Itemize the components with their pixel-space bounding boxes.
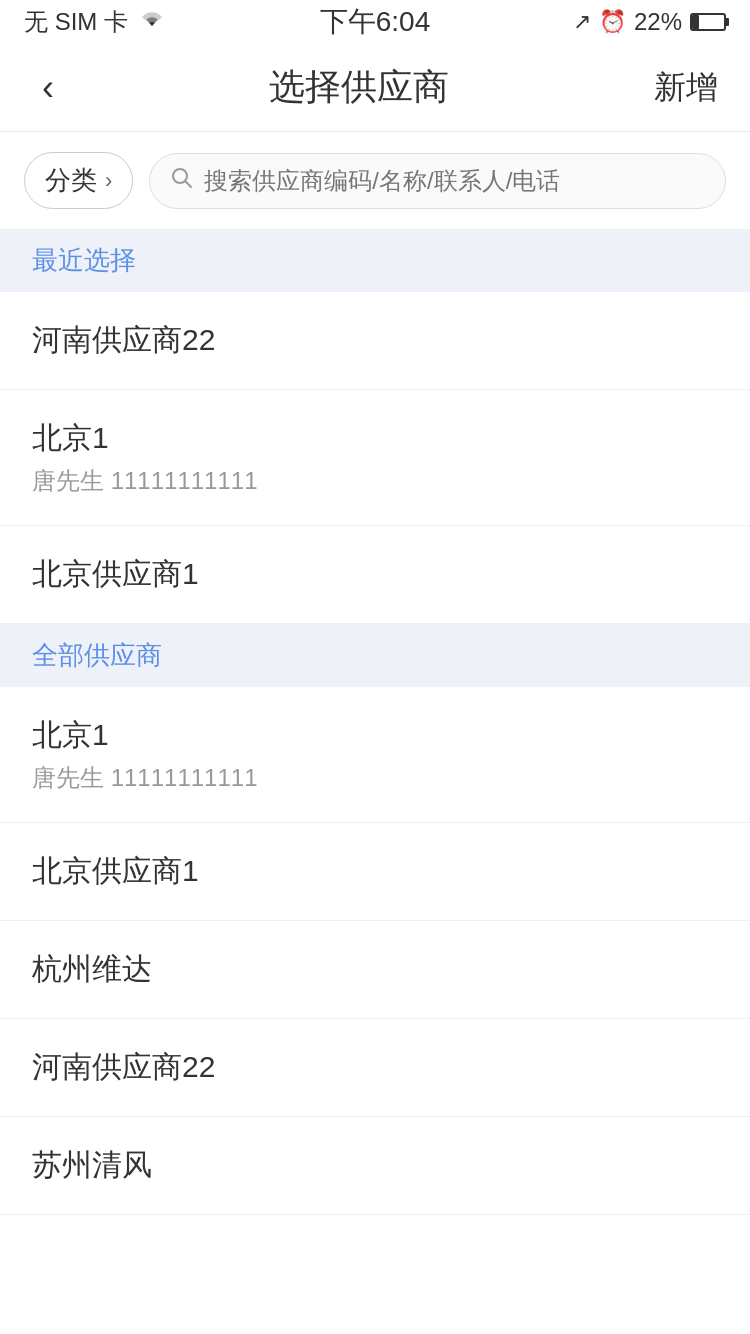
item-name: 北京1: [32, 715, 718, 756]
all-list-item[interactable]: 北京供应商1: [0, 823, 750, 921]
svg-line-1: [186, 181, 192, 187]
wifi-icon: [138, 8, 166, 36]
item-name: 苏州清风: [32, 1145, 718, 1186]
location-icon: ↗: [573, 9, 591, 35]
item-name: 杭州维达: [32, 949, 718, 990]
item-name: 河南供应商22: [32, 1047, 718, 1088]
battery-icon: [690, 13, 726, 31]
chevron-right-icon: ›: [105, 168, 112, 194]
status-time: 下午6:04: [320, 3, 431, 41]
all-section-header: 全部供应商: [0, 624, 750, 687]
all-list-item[interactable]: 杭州维达: [0, 921, 750, 1019]
nav-bar: ‹ 选择供应商 新增: [0, 44, 750, 132]
all-items-list: 北京1 唐先生 11111111111 北京供应商1 杭州维达 河南供应商22 …: [0, 687, 750, 1215]
item-name: 河南供应商22: [32, 320, 718, 361]
search-input[interactable]: [204, 167, 705, 195]
category-filter-button[interactable]: 分类 ›: [24, 152, 133, 209]
all-section-label: 全部供应商: [32, 640, 162, 670]
recent-section-label: 最近选择: [32, 245, 136, 275]
item-name: 北京1: [32, 418, 718, 459]
item-name: 北京供应商1: [32, 554, 718, 595]
nav-title: 选择供应商: [269, 63, 449, 112]
filter-bar: 分类 ›: [0, 132, 750, 229]
all-list-item[interactable]: 苏州清风: [0, 1117, 750, 1215]
all-list-item[interactable]: 北京1 唐先生 11111111111: [0, 687, 750, 823]
category-label: 分类: [45, 163, 97, 198]
alarm-icon: ⏰: [599, 9, 626, 35]
search-icon: [170, 166, 194, 196]
status-left: 无 SIM 卡: [24, 6, 166, 38]
carrier-text: 无 SIM 卡: [24, 6, 128, 38]
status-right: ↗ ⏰ 22%: [573, 8, 726, 36]
item-sub: 唐先生 11111111111: [32, 762, 718, 794]
item-name: 北京供应商1: [32, 851, 718, 892]
new-add-button[interactable]: 新增: [654, 66, 718, 110]
back-button[interactable]: ‹: [32, 57, 64, 119]
recent-list-item[interactable]: 北京供应商1: [0, 526, 750, 624]
status-bar: 无 SIM 卡 下午6:04 ↗ ⏰ 22%: [0, 0, 750, 44]
recent-items-list: 河南供应商22 北京1 唐先生 11111111111 北京供应商1: [0, 292, 750, 624]
recent-section-header: 最近选择: [0, 229, 750, 292]
battery-text: 22%: [634, 8, 682, 36]
recent-list-item[interactable]: 河南供应商22: [0, 292, 750, 390]
item-sub: 唐先生 11111111111: [32, 465, 718, 497]
all-list-item[interactable]: 河南供应商22: [0, 1019, 750, 1117]
recent-list-item[interactable]: 北京1 唐先生 11111111111: [0, 390, 750, 526]
search-box: [149, 153, 726, 209]
